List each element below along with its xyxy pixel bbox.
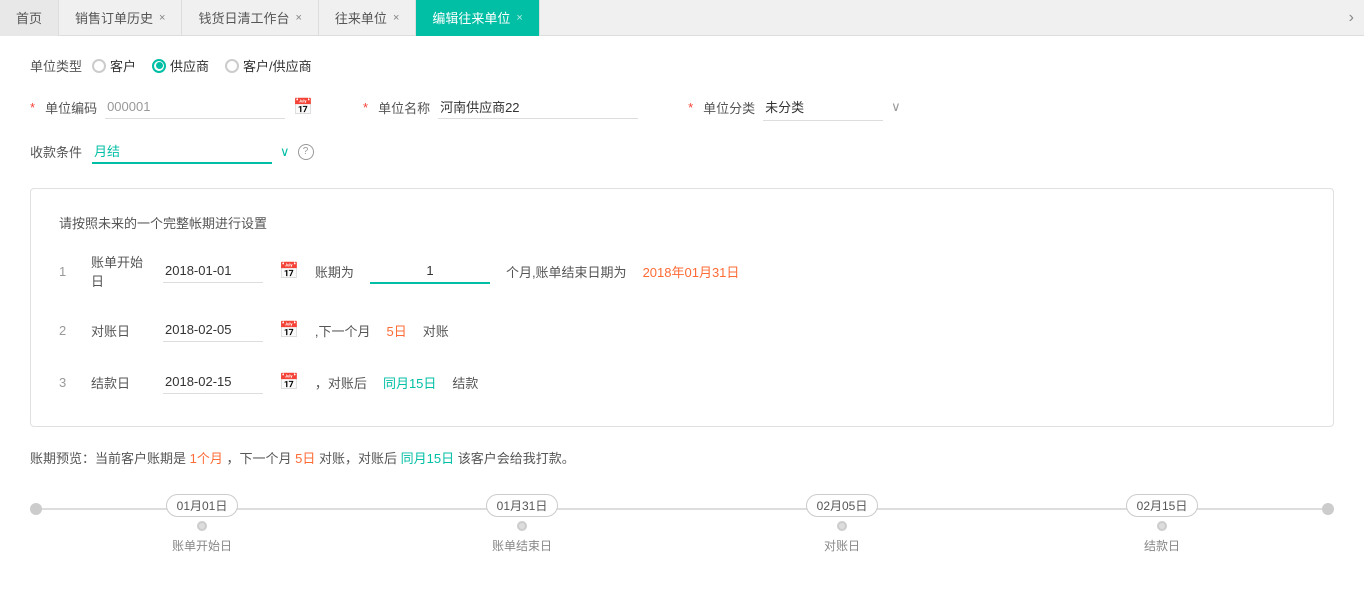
settlement-date-input[interactable] [163, 370, 263, 394]
settlement-suffix: 结款 [452, 373, 478, 392]
tab-partner[interactable]: 往来单位 × [319, 0, 416, 36]
radio-customer[interactable]: 客户 [92, 56, 136, 75]
condition-input[interactable] [92, 139, 272, 164]
row-num-2: 2 [59, 323, 75, 338]
code-required-star: * [30, 100, 35, 115]
timeline-start-dot [30, 503, 42, 515]
preview-settlement: 同月15日 [401, 451, 454, 466]
close-partner[interactable]: × [393, 12, 399, 24]
radio-customer-label: 客户 [110, 56, 136, 75]
help-icon[interactable]: ? [298, 144, 314, 160]
unit-category-arrow[interactable]: ∨ [891, 99, 901, 115]
name-required-star: * [363, 100, 368, 115]
timeline-badge-1: 01月01日 [166, 494, 239, 517]
preview-date: 5日 [295, 451, 315, 466]
timeline-point-4: 02月15日 结款日 [1126, 494, 1199, 554]
start-date-calendar[interactable]: 📅 [279, 261, 299, 281]
setting-row-3: 3 结款日 📅 ，对账后 同月15日 结款 [59, 370, 1305, 394]
preview-mid1: ，下一个月 [227, 451, 292, 466]
timeline: 01月01日 账单开始日 01月31日 账单结束日 02月05日 [30, 494, 1334, 554]
preview-mid2: 对账，对账后 [319, 451, 397, 466]
unit-code-icon[interactable]: 📅 [293, 97, 313, 117]
unit-code-group: * 单位编码 📅 [30, 95, 313, 119]
timeline-label-3: 对账日 [824, 537, 860, 554]
period-suffix: 个月,账单结束日期为 [506, 262, 627, 281]
timeline-dot-1 [197, 521, 207, 531]
period-date-highlight: 2018年01月31日 [643, 262, 740, 281]
unit-category-label: 单位分类 [703, 98, 755, 117]
timeline-point-1: 01月01日 账单开始日 [166, 494, 239, 554]
row-label-3: 结款日 [91, 373, 147, 392]
settlement-date-calendar[interactable]: 📅 [279, 372, 299, 392]
condition-group: ∨ ? [92, 139, 314, 164]
unit-type-label: 单位类型 [30, 56, 82, 75]
timeline-dot-4 [1157, 521, 1167, 531]
preview-suffix: 该客户会给我打款。 [458, 451, 575, 466]
reconcile-prefix: ,下一个月 [315, 321, 371, 340]
row-label-1: 账单开始日 [91, 252, 147, 290]
timeline-dot-3 [837, 521, 847, 531]
timeline-badge-2: 01月31日 [486, 494, 559, 517]
timeline-point-3: 02月05日 对账日 [806, 494, 879, 554]
unit-category-group: * 单位分类 未分类 ∨ [688, 93, 901, 121]
unit-name-input[interactable] [438, 95, 638, 119]
preview-section: 账期预览：当前客户账期是 1个月 ，下一个月 5日 对账，对账后 同月15日 该… [30, 447, 1334, 470]
tab-edit-partner[interactable]: 编辑往来单位 × [416, 0, 539, 36]
unit-code-label: 单位编码 [45, 98, 97, 117]
unit-info-row: * 单位编码 📅 * 单位名称 * 单位分类 未分类 ∨ [30, 93, 1334, 121]
tab-bar: 首页 销售订单历史 × 钱货日清工作台 × 往来单位 × 编辑往来单位 × › [0, 0, 1364, 36]
radio-supplier[interactable]: 供应商 [152, 56, 209, 75]
timeline-dot-2 [517, 521, 527, 531]
unit-type-row: 单位类型 客户 供应商 客户/供应商 [30, 56, 1334, 75]
unit-category-value: 未分类 [763, 93, 883, 121]
settings-card: 请按照未来的一个完整帐期进行设置 1 账单开始日 📅 账期为 个月,账单结束日期… [30, 188, 1334, 427]
tab-home[interactable]: 首页 [0, 0, 59, 36]
preview-prefix: 账期预览：当前客户账期是 [30, 451, 186, 466]
close-cash-work[interactable]: × [295, 12, 301, 24]
reconcile-date-input[interactable] [163, 318, 263, 342]
card-title: 请按照未来的一个完整帐期进行设置 [59, 213, 1305, 232]
close-edit-partner[interactable]: × [516, 12, 522, 24]
tab-sales-history[interactable]: 销售订单历史 × [59, 0, 182, 36]
radio-customer-circle [92, 59, 106, 73]
row-label-2: 对账日 [91, 321, 147, 340]
unit-name-label: 单位名称 [378, 98, 430, 117]
reconcile-day-highlight: 5日 [387, 321, 407, 340]
timeline-point-2: 01月31日 账单结束日 [486, 494, 559, 554]
radio-both-circle [225, 59, 239, 73]
payment-condition-label: 收款条件 [30, 142, 82, 161]
setting-row-1: 1 账单开始日 📅 账期为 个月,账单结束日期为 2018年01月31日 [59, 252, 1305, 290]
timeline-badge-3: 02月05日 [806, 494, 879, 517]
main-content: 单位类型 客户 供应商 客户/供应商 * 单位编码 📅 * 单位名 [0, 36, 1364, 608]
tab-more-button[interactable]: › [1339, 9, 1364, 27]
condition-dropdown-arrow[interactable]: ∨ [280, 144, 290, 160]
preview-period: 1个月 [190, 451, 223, 466]
radio-supplier-label: 供应商 [170, 56, 209, 75]
period-value-input[interactable] [370, 259, 490, 284]
settlement-day-highlight: 同月15日 [383, 373, 436, 392]
reconcile-suffix: 对账 [423, 321, 449, 340]
row-num-3: 3 [59, 375, 75, 390]
period-prefix: 账期为 [315, 262, 354, 281]
payment-condition-row: 收款条件 ∨ ? [30, 139, 1334, 164]
start-date-input[interactable] [163, 259, 263, 283]
timeline-label-2: 账单结束日 [492, 537, 552, 554]
setting-row-2: 2 对账日 📅 ,下一个月 5日 对账 [59, 318, 1305, 342]
radio-both-label: 客户/供应商 [243, 56, 312, 75]
timeline-badge-4: 02月15日 [1126, 494, 1199, 517]
close-sales-history[interactable]: × [159, 12, 165, 24]
timeline-end-dot [1322, 503, 1334, 515]
unit-type-radio-group: 客户 供应商 客户/供应商 [92, 56, 312, 75]
radio-supplier-circle [152, 59, 166, 73]
timeline-label-1: 账单开始日 [172, 537, 232, 554]
radio-both[interactable]: 客户/供应商 [225, 56, 312, 75]
reconcile-date-calendar[interactable]: 📅 [279, 320, 299, 340]
timeline-label-4: 结款日 [1144, 537, 1180, 554]
tab-cash-work[interactable]: 钱货日清工作台 × [182, 0, 318, 36]
settlement-prefix: ，对账后 [315, 373, 367, 392]
cat-required-star: * [688, 100, 693, 115]
row-num-1: 1 [59, 264, 75, 279]
unit-code-input[interactable] [105, 95, 285, 119]
unit-name-group: * 单位名称 [363, 95, 638, 119]
